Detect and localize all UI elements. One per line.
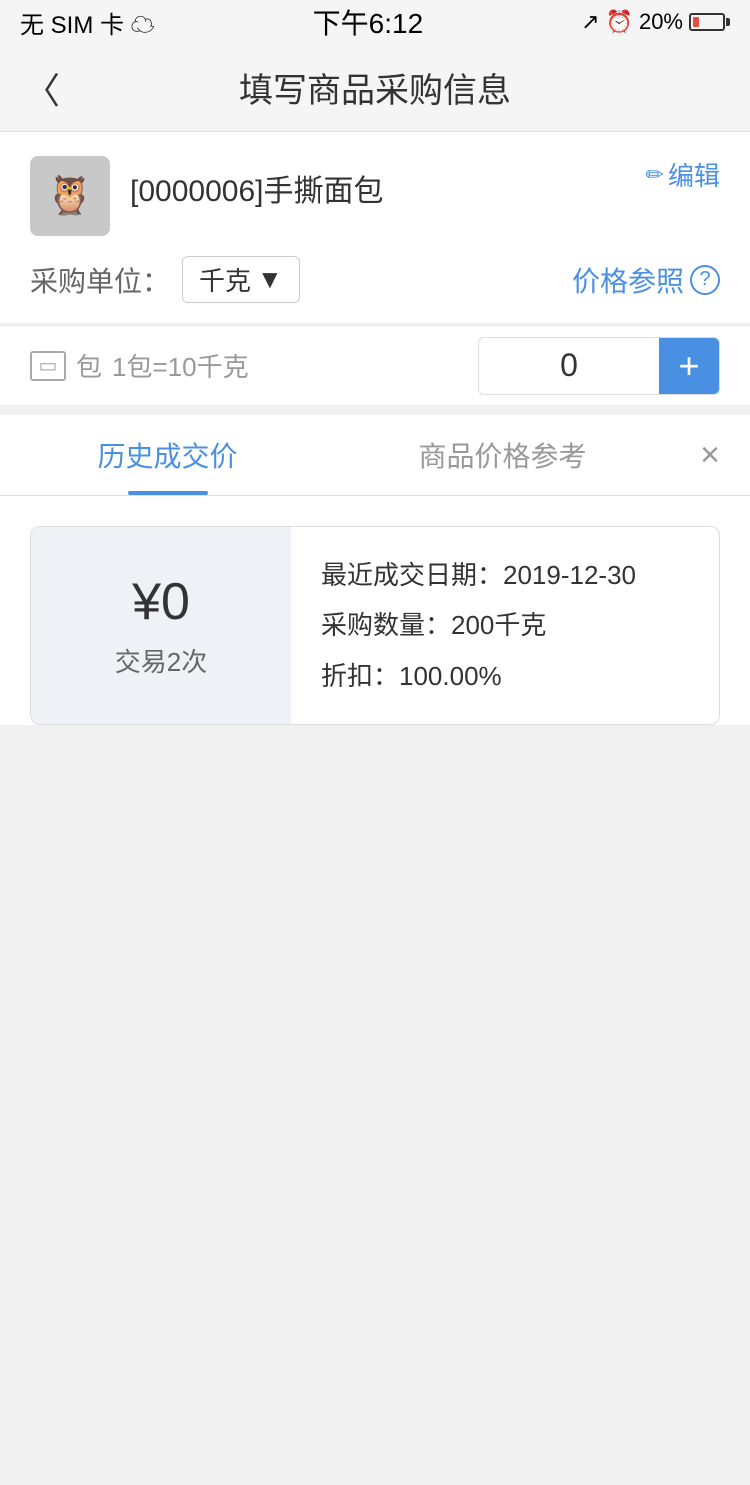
edit-button[interactable]: ✏ 编辑 [646,156,720,193]
purchase-qty-value: 200千克 [451,610,546,640]
quantity-input[interactable] [479,338,659,394]
page-title: 填写商品采购信息 [239,63,511,112]
help-icon: ? [690,265,720,295]
quantity-row: ▭ 包 1包=10千克 + [0,325,750,405]
price-left-panel: ¥0 交易2次 [31,527,291,724]
unit-section: 采购单位： 千克 ▼ [30,256,300,303]
tab-active-indicator [128,491,208,495]
navigation-bar: 〈 填写商品采购信息 [0,44,750,132]
edit-label: 编辑 [668,156,720,193]
alarm-icon: ⏰ [606,9,633,35]
tab-historical-price-label: 历史成交价 [97,435,237,475]
package-label: ▭ 包 1包=10千克 [30,347,249,384]
purchase-qty-label: 采购数量： [321,610,451,640]
status-time: 下午6:12 [313,2,424,42]
purchase-qty-row: 采购数量：200千克 [321,607,689,643]
latest-date-value: 2019-12-30 [503,560,636,590]
unit-value: 千克 [199,261,251,298]
status-right: ↗ ⏰ 20% [581,9,730,35]
product-name: [0000006]手撕面包 [130,156,383,210]
price-right-panel: 最近成交日期：2019-12-30 采购数量：200千克 折扣：100.00% [291,527,719,724]
package-text: 包 [76,347,102,384]
product-footer: 采购单位： 千克 ▼ 价格参照 ? [30,256,720,303]
sim-status: 无 SIM 卡 ☁ [20,5,155,40]
package-icon: ▭ [30,351,66,381]
main-content-area [0,725,750,1485]
battery-percent: 20% [639,9,683,35]
product-info-left: 🦉 [0000006]手撕面包 [30,156,383,236]
product-card: 🦉 [0000006]手撕面包 ✏ 编辑 采购单位： 千克 ▼ 价格参照 ? [0,132,750,323]
trade-count: 交易2次 [115,642,207,679]
close-button[interactable]: × [670,415,750,495]
tab-price-reference-label: 商品价格参考 [418,435,586,475]
discount-value: 100.00% [399,661,502,691]
battery-icon [689,13,730,31]
latest-date-label: 最近成交日期： [321,560,503,590]
tab-bar: 历史成交价 商品价格参考 × [0,415,750,496]
latest-date-row: 最近成交日期：2019-12-30 [321,557,689,593]
price-card: ¥0 交易2次 最近成交日期：2019-12-30 采购数量：200千克 折扣：… [30,526,720,725]
discount-row: 折扣：100.00% [321,658,689,694]
back-button[interactable]: 〈 [24,62,60,114]
status-left: 无 SIM 卡 ☁ [20,5,155,40]
location-icon: ↗ [581,9,599,35]
unit-label: 采购单位： [30,260,170,300]
quantity-input-area: + [478,337,720,395]
product-thumbnail: 🦉 [30,156,110,236]
price-card-container: ¥0 交易2次 最近成交日期：2019-12-30 采购数量：200千克 折扣：… [0,496,750,725]
price-ref-label: 价格参照 [572,260,684,300]
status-bar: 无 SIM 卡 ☁ 下午6:12 ↗ ⏰ 20% [0,0,750,44]
dropdown-arrow-icon: ▼ [257,264,283,295]
quantity-plus-button[interactable]: + [659,338,719,394]
tab-historical-price[interactable]: 历史成交价 [0,415,335,495]
product-header: 🦉 [0000006]手撕面包 ✏ 编辑 [30,156,720,236]
edit-icon: ✏ [646,162,664,188]
price-reference-button[interactable]: 价格参照 ? [572,260,720,300]
unit-dropdown[interactable]: 千克 ▼ [182,256,300,303]
discount-label: 折扣： [321,661,399,691]
package-ratio: 1包=10千克 [112,347,249,384]
product-logo-icon: 🦉 [46,174,93,218]
price-amount: ¥0 [132,572,190,632]
tab-price-reference[interactable]: 商品价格参考 [335,415,670,495]
